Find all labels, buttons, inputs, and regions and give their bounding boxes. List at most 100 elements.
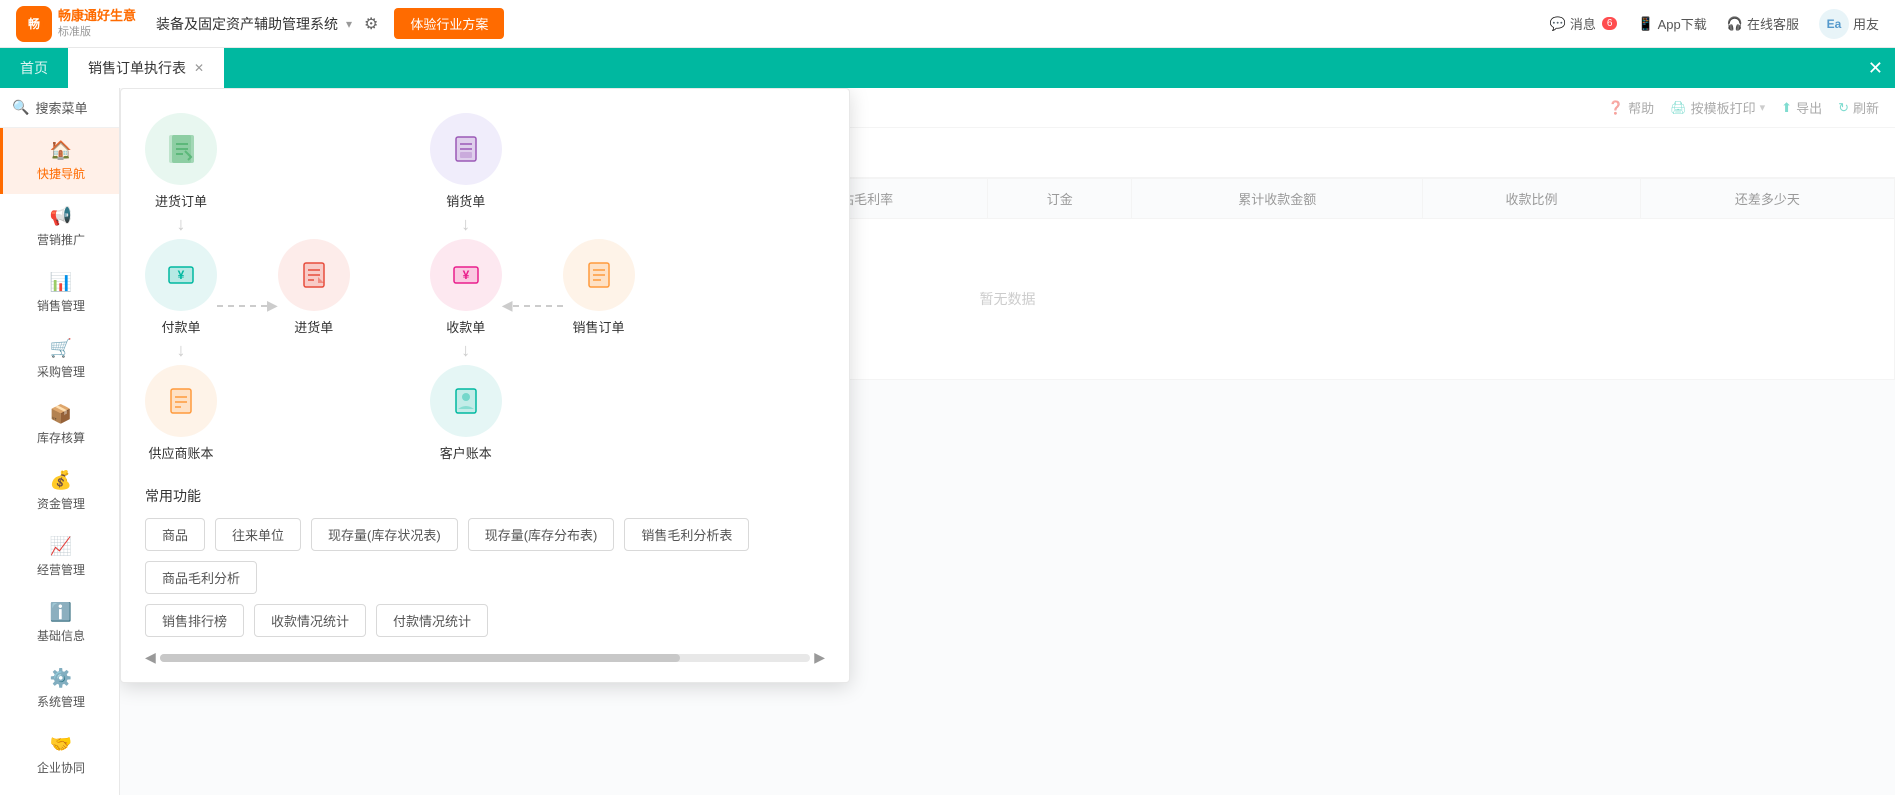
flow-node-supplier[interactable]: 供应商账本 [145,365,217,462]
user-item[interactable]: Ea 用友 [1819,9,1879,39]
settings-icon[interactable]: ⚙ [364,14,378,34]
sidebar-item-purchase-label: 采购管理 [37,363,85,380]
baseinfo-icon: ℹ️ [50,602,72,623]
sidebar-item-quicknav[interactable]: 🏠 快捷导航 [0,128,119,194]
common-functions: 常用功能 商品 往来单位 现存量(库存状况表) 现存量(库存分布表) 销售毛利分… [145,486,825,637]
search-menu-label: 搜索菜单 [35,98,87,117]
message-icon: 💬 [1550,16,1566,32]
flow-node-payment[interactable]: ¥ 付款单 [145,239,217,336]
cf-btn-stock-dist[interactable]: 现存量(库存分布表) [468,518,615,551]
sidebar: 🔍 搜索菜单 🏠 快捷导航 📢 营销推广 📊 销售管理 🛒 采购管理 📦 库存核… [0,88,120,795]
message-label: 消息 [1570,14,1596,33]
sidebar-item-operations[interactable]: 📈 经营管理 [0,524,119,590]
payment-icon: ¥ [145,239,217,311]
sidebar-item-enterprise-label: 企业协同 [37,759,85,776]
sidebar-item-finance-label: 资金管理 [37,495,85,512]
system-title-area: 装备及固定资产辅助管理系统 ▾ ⚙ 体验行业方案 [136,8,1550,39]
cf-buttons-row1: 商品 往来单位 现存量(库存状况表) 现存量(库存分布表) 销售毛利分析表 商品… [145,518,825,594]
sidebar-item-sales-label: 销售管理 [37,297,85,314]
system-dropdown-icon[interactable]: ▾ [346,17,352,31]
search-icon: 🔍 [12,99,29,116]
scrollbar-track[interactable] [160,654,810,662]
arrow-down-1: ↓ [177,214,186,235]
sidebar-item-quicknav-label: 快捷导航 [37,165,85,182]
scroll-right-icon[interactable]: ▶ [814,649,825,666]
arrow-down-3: ↓ [461,214,470,235]
search-menu[interactable]: 🔍 搜索菜单 [0,88,119,128]
sidebar-item-baseinfo[interactable]: ℹ️ 基础信息 [0,590,119,656]
logo-text: 畅康通好生意 标准版 [58,8,136,39]
app-download-item[interactable]: 📱 App下载 [1637,14,1706,33]
cf-btn-product[interactable]: 商品 [145,518,205,551]
cf-btn-partner[interactable]: 往来单位 [215,518,301,551]
top-header: 畅 畅康通好生意 标准版 装备及固定资产辅助管理系统 ▾ ⚙ 体验行业方案 💬 … [0,0,1895,48]
sidebar-item-marketing-label: 营销推广 [37,231,85,248]
sales-order-icon [563,239,635,311]
sidebar-item-finance[interactable]: 💰 资金管理 [0,458,119,524]
finance-icon: 💰 [50,470,72,491]
popup: 进货订单 ↓ ¥ 付款单 [120,88,850,683]
tab-home[interactable]: 首页 [0,48,68,88]
sidebar-item-system-label: 系统管理 [37,693,85,710]
cf-btn-product-gross[interactable]: 商品毛利分析 [145,561,257,594]
cf-btn-receipt-stat[interactable]: 收款情况统计 [254,604,366,637]
cf-btn-sales-gross[interactable]: 销售毛利分析表 [624,518,749,551]
online-service-item[interactable]: 🎧 在线客服 [1727,14,1799,33]
cf-buttons-row2: 销售排行榜 收款情况统计 付款情况统计 [145,604,825,637]
scrollbar-thumb [160,654,680,662]
cf-title: 常用功能 [145,486,825,506]
message-badge: 6 [1602,17,1618,30]
avatar: Ea [1819,9,1849,39]
arrow-purchase: ▶ [217,261,278,314]
sales-bill-icon [430,113,502,185]
tab-bar: 首页 销售订单执行表 ✕ ✕ [0,48,1895,88]
logo-area: 畅 畅康通好生意 标准版 [16,6,136,42]
download-icon: 📱 [1637,16,1653,32]
svg-text:畅: 畅 [28,16,40,31]
system-icon: ⚙️ [50,668,72,689]
quicknav-icon: 🏠 [50,140,72,161]
arrow-down-2: ↓ [177,340,186,361]
sidebar-item-purchase[interactable]: 🛒 采购管理 [0,326,119,392]
enterprise-icon: 🤝 [50,734,72,755]
arrow-sales: ◀ [502,261,563,314]
app-download-label: App下载 [1658,14,1707,33]
arrow-down-4: ↓ [461,340,470,361]
sidebar-item-inventory-label: 库存核算 [37,429,85,446]
sidebar-item-marketing[interactable]: 📢 营销推广 [0,194,119,260]
receipt-icon: ¥ [430,239,502,311]
operations-icon: 📈 [50,536,72,557]
flow-node-purchase-order[interactable]: 进货订单 [145,113,217,210]
flow-node-sales-bill[interactable]: 销货单 [430,113,502,210]
main-layout: 🔍 搜索菜单 🏠 快捷导航 📢 营销推广 📊 销售管理 🛒 采购管理 📦 库存核… [0,88,1895,795]
flow-node-receipt[interactable]: ¥ 收款单 [430,239,502,336]
trial-button[interactable]: 体验行业方案 [394,8,504,39]
sidebar-item-enterprise[interactable]: 🤝 企业协同 [0,722,119,788]
sidebar-item-sales[interactable]: 📊 销售管理 [0,260,119,326]
supplier-icon [145,365,217,437]
popup-scrollbar: ◀ ▶ [145,649,825,666]
tab-close-icon[interactable]: ✕ [194,61,204,75]
cf-btn-payment-stat[interactable]: 付款情况统计 [376,604,488,637]
purchase-order-icon [145,113,217,185]
flow-node-customer[interactable]: 客户账本 [430,365,502,462]
overlay: 进货订单 ↓ ¥ 付款单 [120,88,1895,795]
cf-btn-stock-status[interactable]: 现存量(库存状况表) [311,518,458,551]
purchase-bill-icon [278,239,350,311]
cf-btn-sales-rank[interactable]: 销售排行榜 [145,604,244,637]
close-all-button[interactable]: ✕ [1868,58,1883,79]
sidebar-item-operations-label: 经营管理 [37,561,85,578]
sidebar-item-guide[interactable]: 🔰 新手引导 [0,788,119,795]
online-service-label: 在线客服 [1747,14,1799,33]
message-item[interactable]: 💬 消息 6 [1550,14,1618,33]
flow-node-sales-order[interactable]: 销售订单 [563,239,635,336]
sidebar-item-system[interactable]: ⚙️ 系统管理 [0,656,119,722]
tab-sales-order-label: 销售订单执行表 [88,58,186,78]
sidebar-item-inventory[interactable]: 📦 库存核算 [0,392,119,458]
scroll-left-icon[interactable]: ◀ [145,649,156,666]
flow-node-purchase-bill[interactable]: 进货单 [278,239,350,336]
tab-sales-order[interactable]: 销售订单执行表 ✕ [68,48,224,88]
system-title: 装备及固定资产辅助管理系统 [156,14,338,34]
svg-text:¥: ¥ [462,268,469,282]
svg-text:¥: ¥ [178,268,185,282]
